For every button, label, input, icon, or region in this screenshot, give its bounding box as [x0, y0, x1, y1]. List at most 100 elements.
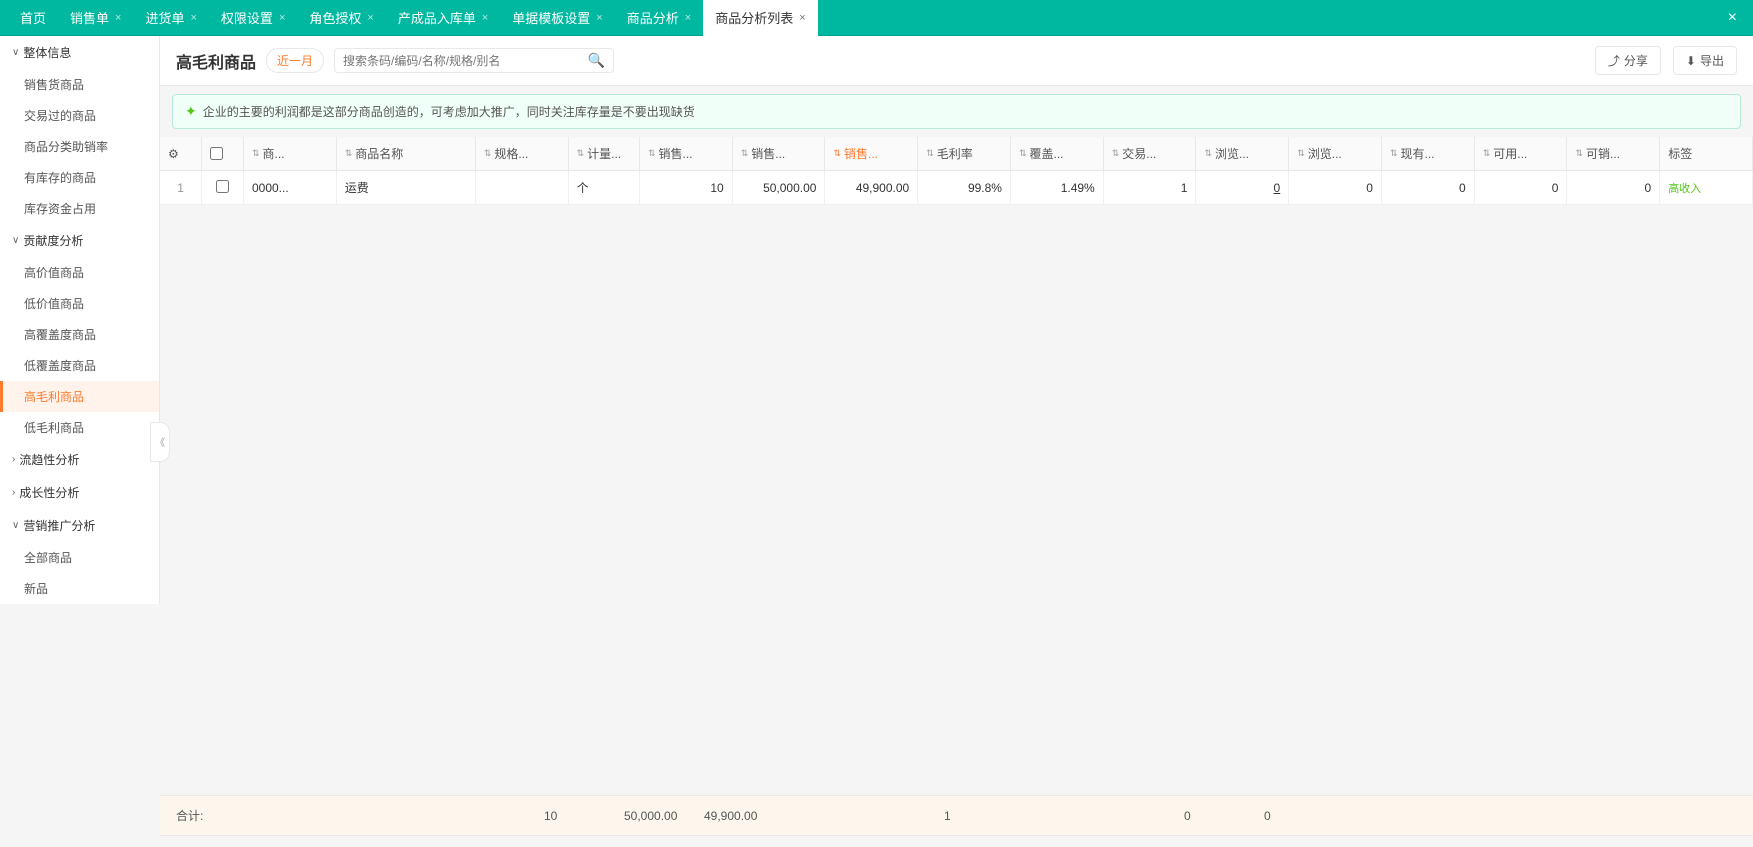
- table-row: 1 0000... 运费: [160, 171, 1753, 205]
- sidebar-group-trend[interactable]: › 流趋性分析: [0, 443, 159, 476]
- footer-bar: 合计: 10 50,000.00 49,900.00 1 0 0: [160, 795, 1753, 835]
- close-purchase-order[interactable]: ×: [190, 12, 196, 24]
- nav-home[interactable]: 首页: [8, 0, 58, 36]
- sidebar-item-low-coverage[interactable]: 低覆盖度商品: [0, 350, 159, 381]
- footer-cells: 10 50,000.00 49,900.00 1 0 0: [236, 809, 1737, 823]
- sort-icon-name: ⇅: [345, 148, 353, 159]
- sidebar-item-all-products[interactable]: 全部商品: [0, 542, 159, 573]
- select-all-checkbox[interactable]: [210, 147, 223, 160]
- col-header-unit[interactable]: ⇅ 计量...: [568, 137, 639, 171]
- content-header: 高毛利商品 近一月 🔍 ⤴ 分享 ⬇ 导出: [160, 36, 1753, 86]
- nav-permissions[interactable]: 权限设置 ×: [209, 0, 297, 36]
- col-header-browse2[interactable]: ⇅ 浏览...: [1289, 137, 1382, 171]
- col-header-check[interactable]: [202, 137, 244, 171]
- nav-product-analysis[interactable]: 商品分析 ×: [615, 0, 703, 36]
- sidebar-item-in-stock[interactable]: 有库存的商品: [0, 162, 159, 193]
- close-product-analysis-list[interactable]: ×: [799, 12, 805, 24]
- col-header-trade[interactable]: ⇅ 交易...: [1103, 137, 1196, 171]
- scrollbar-area[interactable]: [160, 835, 1753, 847]
- nav-sales-order[interactable]: 销售单 ×: [58, 0, 133, 36]
- col-header-gross-rate[interactable]: ⇅ 毛利率: [918, 137, 1011, 171]
- sidebar-group-growth[interactable]: › 成长性分析: [0, 476, 159, 509]
- search-input[interactable]: [343, 54, 588, 68]
- nav-purchase-order[interactable]: 进货单 ×: [133, 0, 208, 36]
- row-available: 0: [1474, 171, 1567, 205]
- content-area: 高毛利商品 近一月 🔍 ⤴ 分享 ⬇ 导出 ✦ 企业的主要的利润都是这部分商品创…: [160, 36, 1753, 847]
- row-saleable: 0: [1567, 171, 1660, 205]
- col-header-spec[interactable]: ⇅ 规格...: [475, 137, 568, 171]
- settings-icon[interactable]: ⚙: [168, 147, 179, 161]
- sidebar-item-high-coverage[interactable]: 高覆盖度商品: [0, 319, 159, 350]
- row-checkbox[interactable]: [216, 180, 229, 193]
- sidebar-item-new-products[interactable]: 新品: [0, 573, 159, 604]
- col-header-current[interactable]: ⇅ 现有...: [1381, 137, 1474, 171]
- filter-month-btn[interactable]: 近一月: [266, 48, 324, 73]
- sidebar-item-high-gross[interactable]: 高毛利商品: [0, 381, 159, 412]
- col-header-code[interactable]: ⇅ 商...: [243, 137, 336, 171]
- close-template-settings[interactable]: ×: [596, 12, 602, 24]
- data-table: ⚙ ⇅ 商... ⇅: [160, 137, 1753, 205]
- sort-icon-sale-amt2: ⇅: [833, 148, 841, 159]
- sort-icon-browse2: ⇅: [1297, 148, 1305, 159]
- page-title: 高毛利商品: [176, 49, 256, 73]
- sort-icon-available: ⇅: [1483, 148, 1491, 159]
- footer-available: 0: [1256, 809, 1336, 823]
- row-checkbox-cell[interactable]: [202, 171, 244, 205]
- share-btn[interactable]: ⤴ 分享: [1595, 46, 1661, 75]
- col-header-sale-amt[interactable]: ⇅ 销售...: [732, 137, 825, 171]
- row-code: 0000...: [243, 171, 336, 205]
- sidebar-item-category-rate[interactable]: 商品分类助销率: [0, 131, 159, 162]
- sidebar-item-low-gross[interactable]: 低毛利商品: [0, 412, 159, 443]
- arrow-trend: ›: [12, 454, 15, 465]
- sidebar-item-high-value[interactable]: 高价值商品: [0, 257, 159, 288]
- sidebar-group-overall[interactable]: ∨ 整体信息: [0, 36, 159, 69]
- footer-sale-amt: 50,000.00: [616, 809, 696, 823]
- close-all-tabs[interactable]: ×: [1720, 9, 1745, 27]
- footer-sale-amt2: 49,900.00: [696, 809, 776, 823]
- tip-icon: ✦: [185, 103, 197, 120]
- sidebar-item-low-value[interactable]: 低价值商品: [0, 288, 159, 319]
- row-sale-amt: 50,000.00: [732, 171, 825, 205]
- row-current: 0: [1381, 171, 1474, 205]
- nav-product-warehouse[interactable]: 产成品入库单 ×: [386, 0, 500, 36]
- col-header-coverage[interactable]: ⇅ 覆盖...: [1010, 137, 1103, 171]
- row-trade: 1: [1103, 171, 1196, 205]
- sort-icon-gross-rate: ⇅: [926, 148, 934, 159]
- close-permissions[interactable]: ×: [279, 12, 285, 24]
- close-product-warehouse[interactable]: ×: [482, 12, 488, 24]
- close-sales-order[interactable]: ×: [115, 12, 121, 24]
- sort-icon-browse1: ⇅: [1204, 148, 1212, 159]
- sidebar: ∨ 整体信息 销售货商品 交易过的商品 商品分类助销率 有库存的商品 库存资金占…: [0, 36, 160, 604]
- table-container[interactable]: ⚙ ⇅ 商... ⇅: [160, 137, 1753, 795]
- col-header-sale-amt2[interactable]: ⇅ 销售...: [825, 137, 918, 171]
- sidebar-collapse-btn[interactable]: 《: [150, 422, 170, 462]
- search-icon[interactable]: 🔍: [588, 52, 605, 69]
- tip-bar: ✦ 企业的主要的利润都是这部分商品创造的，可考虑加大推广，同时关注库存量是不要出…: [172, 94, 1741, 129]
- sidebar-item-traded[interactable]: 交易过的商品: [0, 100, 159, 131]
- sort-icon-unit: ⇅: [577, 148, 585, 159]
- sidebar-item-top-sales[interactable]: 销售货商品: [0, 69, 159, 100]
- sidebar-group-marketing[interactable]: ∨ 营销推广分析: [0, 509, 159, 542]
- close-role-auth[interactable]: ×: [367, 12, 373, 24]
- close-product-analysis[interactable]: ×: [685, 12, 691, 24]
- col-header-sale-qty[interactable]: ⇅ 销售...: [639, 137, 732, 171]
- sort-icon-sale-amt: ⇅: [741, 148, 749, 159]
- nav-template-settings[interactable]: 单据模板设置 ×: [500, 0, 614, 36]
- col-header-browse1[interactable]: ⇅ 浏览...: [1196, 137, 1289, 171]
- row-name: 运费: [336, 171, 475, 205]
- sidebar-wrapper: ∨ 整体信息 销售货商品 交易过的商品 商品分类助销率 有库存的商品 库存资金占…: [0, 36, 160, 847]
- export-btn[interactable]: ⬇ 导出: [1673, 46, 1737, 75]
- arrow-marketing: ∨: [12, 520, 19, 531]
- col-header-settings[interactable]: ⚙: [160, 137, 202, 171]
- col-header-available[interactable]: ⇅ 可用...: [1474, 137, 1567, 171]
- col-header-saleable[interactable]: ⇅ 可销...: [1567, 137, 1660, 171]
- sidebar-item-stock-capital[interactable]: 库存资金占用: [0, 193, 159, 224]
- col-header-name[interactable]: ⇅ 商品名称: [336, 137, 475, 171]
- sort-icon-sale-qty: ⇅: [648, 148, 656, 159]
- row-spec: [475, 171, 568, 205]
- row-browse1[interactable]: 0: [1196, 171, 1289, 205]
- sort-icon-code: ⇅: [252, 148, 260, 159]
- nav-role-auth[interactable]: 角色授权 ×: [297, 0, 385, 36]
- sidebar-group-contribution[interactable]: ∨ 贡献度分析: [0, 224, 159, 257]
- nav-product-analysis-list[interactable]: 商品分析列表 ×: [703, 0, 817, 36]
